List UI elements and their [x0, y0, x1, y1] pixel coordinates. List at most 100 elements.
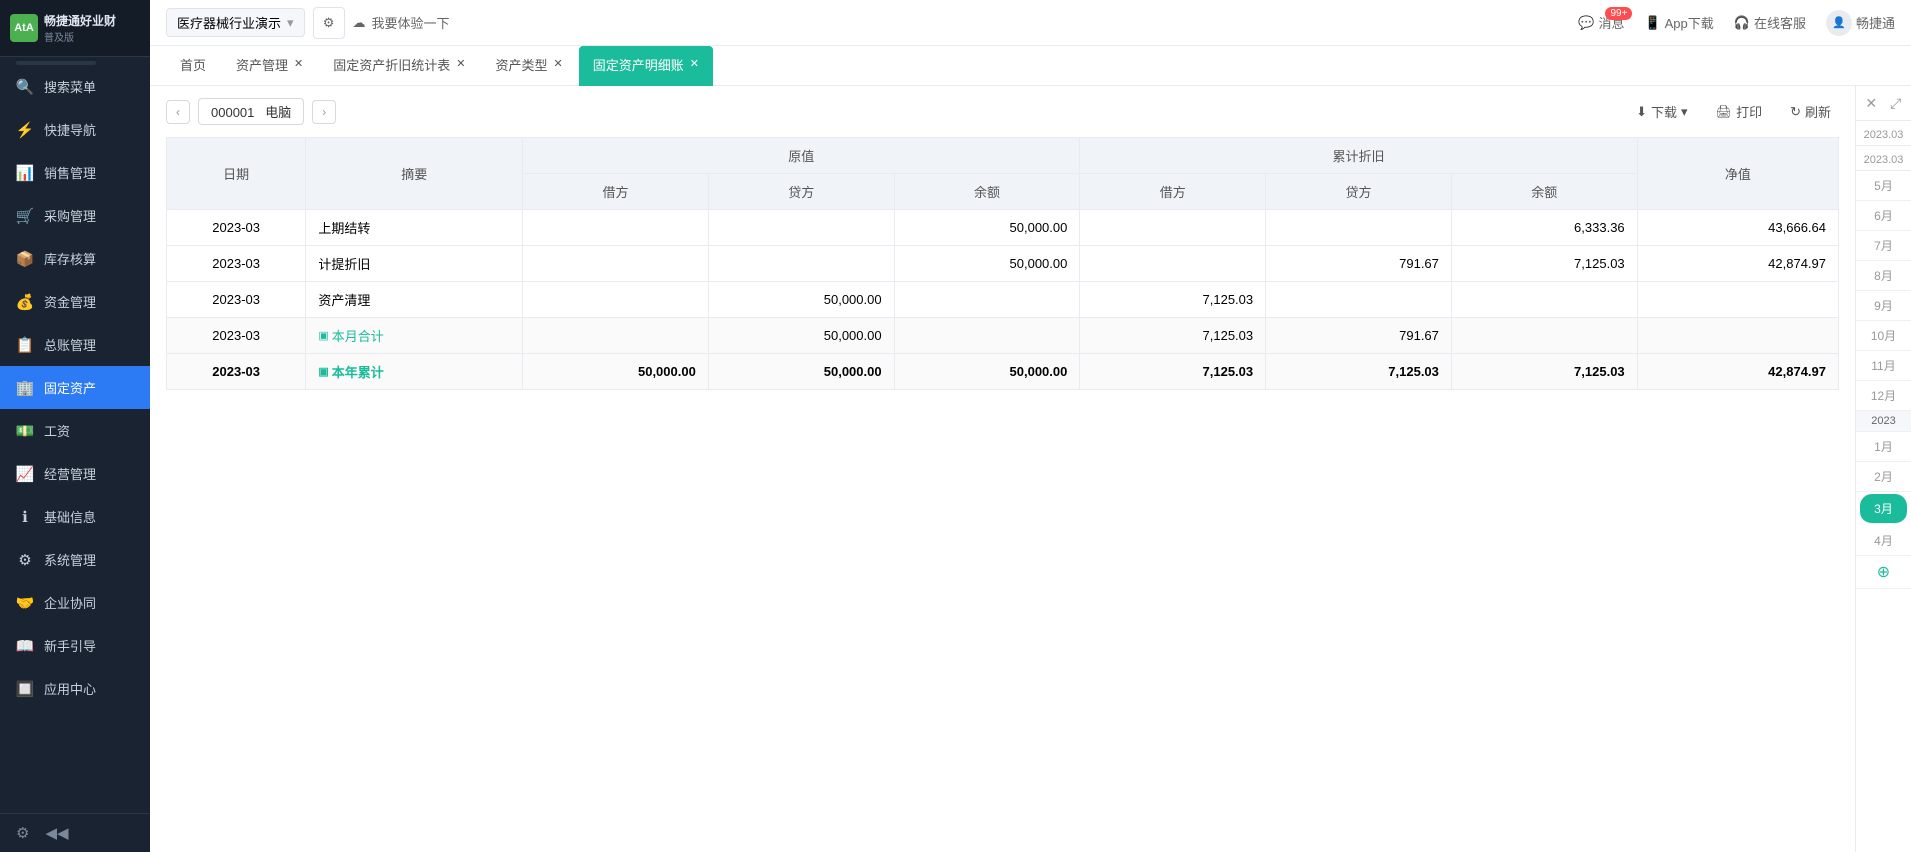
timeline-month-3[interactable]: 3月 [1860, 494, 1907, 524]
tab-home[interactable]: 首页 [166, 46, 220, 86]
timeline-month-6[interactable]: 6月 [1856, 201, 1911, 231]
timeline-month-1[interactable]: 1月 [1856, 432, 1911, 462]
refresh-button[interactable]: ↻ 刷新 [1782, 98, 1839, 125]
cell-ad-credit [1266, 210, 1452, 246]
sidebar-item-capital[interactable]: 💰 资金管理 [0, 280, 150, 323]
sidebar-item-label: 搜索菜单 [44, 77, 96, 96]
timeline-scroll-down[interactable]: ⊕ [1856, 556, 1911, 589]
refresh-label: 刷新 [1805, 102, 1831, 121]
timeline-year-2023: 2023 [1856, 411, 1911, 432]
online-service-item[interactable]: 🎧 在线客服 [1734, 13, 1806, 32]
experience-label: 我要体验一下 [372, 13, 450, 32]
cell-ad-credit: 7,125.03 [1266, 354, 1452, 390]
sidebar: AtA 畅捷通好业财 普及版 🔍 搜索菜单 ⚡ 快捷导航 📊 销售管理 🛒 采购… [0, 0, 150, 852]
sidebar-item-label: 资金管理 [44, 292, 96, 311]
timeline-month-2[interactable]: 2月 [1856, 462, 1911, 492]
tab-close-icon[interactable]: ✕ [294, 59, 303, 70]
col-ov-debit-header: 借方 [523, 174, 709, 210]
sidebar-item-quicknav[interactable]: ⚡ 快捷导航 [0, 108, 150, 151]
tab-asset-management[interactable]: 资产管理 ✕ [222, 46, 317, 86]
sidebar-item-purchase[interactable]: 🛒 采购管理 [0, 194, 150, 237]
tab-asset-type[interactable]: 资产类型 ✕ [481, 46, 576, 86]
tab-depreciation-table[interactable]: 固定资产折旧统计表 ✕ [319, 46, 479, 86]
sidebar-item-operations[interactable]: 📈 经营管理 [0, 452, 150, 495]
sidebar-item-search[interactable]: 🔍 搜索菜单 [0, 65, 150, 108]
cell-ad-debit: 7,125.03 [1080, 282, 1266, 318]
timeline-month-5[interactable]: 5月 [1856, 171, 1911, 201]
tab-close-icon[interactable]: ✕ [690, 59, 699, 70]
tab-asset-detail[interactable]: 固定资产明细账 ✕ [579, 46, 713, 86]
sidebar-item-guide[interactable]: 📖 新手引导 [0, 624, 150, 667]
cell-ov-balance: 50,000.00 [894, 246, 1080, 282]
cell-ov-credit: 50,000.00 [708, 282, 894, 318]
timeline-month-7[interactable]: 7月 [1856, 231, 1911, 261]
app-download-item[interactable]: 📱 App下载 [1644, 13, 1713, 32]
company-selector[interactable]: 医疗器械行业演示 ▾ [166, 8, 305, 37]
panel-expand-icon[interactable]: ⤢ [1887, 92, 1906, 114]
sidebar-item-ledger[interactable]: 📋 总账管理 [0, 323, 150, 366]
tab-label: 资产管理 [236, 55, 288, 74]
cell-ov-credit: 50,000.00 [708, 354, 894, 390]
notifications-item[interactable]: 💬 消息 99+ [1578, 13, 1624, 32]
cell-ov-credit: 50,000.00 [708, 318, 894, 354]
print-button[interactable]: 🖨 打印 [1708, 98, 1771, 125]
cell-ov-debit [523, 282, 709, 318]
timeline-month-11[interactable]: 11月 [1856, 351, 1911, 381]
col-accumulated-depreciation-header: 累计折旧 [1080, 138, 1637, 174]
next-asset-button[interactable]: › [312, 100, 336, 124]
cell-net-value: 42,874.97 [1637, 354, 1838, 390]
gear-small-icon: ⚙ [323, 15, 335, 31]
sidebar-item-fixed-assets[interactable]: 🏢 固定资产 [0, 366, 150, 409]
download-button[interactable]: ⬇ 下载 ▾ [1628, 98, 1695, 125]
tab-close-icon[interactable]: ✕ [456, 59, 465, 70]
asset-name: 电脑 [265, 105, 291, 120]
handshake-icon: 🤝 [16, 594, 34, 612]
prev-asset-button[interactable]: ‹ [166, 100, 190, 124]
company-settings-icon[interactable]: ⚙ [313, 7, 345, 39]
main-panel: ‹ 000001 电脑 › ⬇ 下载 ▾ 🖨 [150, 86, 1855, 852]
tab-home-label: 首页 [180, 55, 206, 74]
user-item[interactable]: 👤 畅捷通 [1826, 10, 1895, 36]
data-table: 日期 摘要 原值 累计折旧 净值 借方 贷方 余额 借方 贷方 余额 [166, 137, 1839, 390]
sidebar-item-label: 基础信息 [44, 507, 96, 526]
timeline-month-4[interactable]: 4月 [1856, 526, 1911, 556]
info-icon: ℹ [16, 508, 34, 526]
timeline-month-8[interactable]: 8月 [1856, 261, 1911, 291]
collapse-icon[interactable]: ◀◀ [45, 824, 68, 842]
cell-ad-balance [1451, 318, 1637, 354]
sidebar-item-label: 库存核算 [44, 249, 96, 268]
cell-ov-balance: 50,000.00 [894, 354, 1080, 390]
experience-button[interactable]: ☁ 我要体验一下 [353, 13, 450, 32]
sidebar-item-enterprise[interactable]: 🤝 企业协同 [0, 581, 150, 624]
sidebar-item-app-center[interactable]: 🔲 应用中心 [0, 667, 150, 710]
cart-icon: 🛒 [16, 207, 34, 225]
sidebar-item-label: 经营管理 [44, 464, 96, 483]
settings-footer-icon[interactable]: ⚙ [16, 824, 29, 842]
chevron-left-icon: ‹ [176, 105, 180, 119]
timeline-header-1: 2023.03 [1856, 121, 1911, 146]
sidebar-item-label: 固定资产 [44, 378, 96, 397]
app-title: 畅捷通好业财 [44, 12, 116, 29]
sidebar-item-payroll[interactable]: 💵 工资 [0, 409, 150, 452]
sidebar-item-inventory[interactable]: 📦 库存核算 [0, 237, 150, 280]
print-label: 打印 [1736, 102, 1762, 121]
sidebar-item-sales[interactable]: 📊 销售管理 [0, 151, 150, 194]
tab-close-icon[interactable]: ✕ [554, 59, 563, 70]
main-content: 医疗器械行业演示 ▾ ⚙ ☁ 我要体验一下 💬 消息 99+ 📱 App下载 [150, 0, 1911, 852]
cell-summary: 资产清理 [306, 282, 523, 318]
panel-collapse-icon[interactable]: ✕ [1862, 92, 1881, 114]
sidebar-item-system[interactable]: ⚙ 系统管理 [0, 538, 150, 581]
cell-ov-balance [894, 318, 1080, 354]
sidebar-item-label: 销售管理 [44, 163, 96, 182]
timeline-month-9[interactable]: 9月 [1856, 291, 1911, 321]
building-icon: 🏢 [16, 379, 34, 397]
cell-ad-debit: 7,125.03 [1080, 318, 1266, 354]
sidebar-item-basic-info[interactable]: ℹ 基础信息 [0, 495, 150, 538]
app-subtitle: 普及版 [44, 29, 116, 44]
timeline-month-10[interactable]: 10月 [1856, 321, 1911, 351]
print-icon: 🖨 [1716, 104, 1733, 120]
cell-ov-debit [523, 210, 709, 246]
timeline-month-12[interactable]: 12月 [1856, 381, 1911, 411]
cell-date: 2023-03 [167, 282, 306, 318]
refresh-icon: ↻ [1790, 104, 1801, 120]
